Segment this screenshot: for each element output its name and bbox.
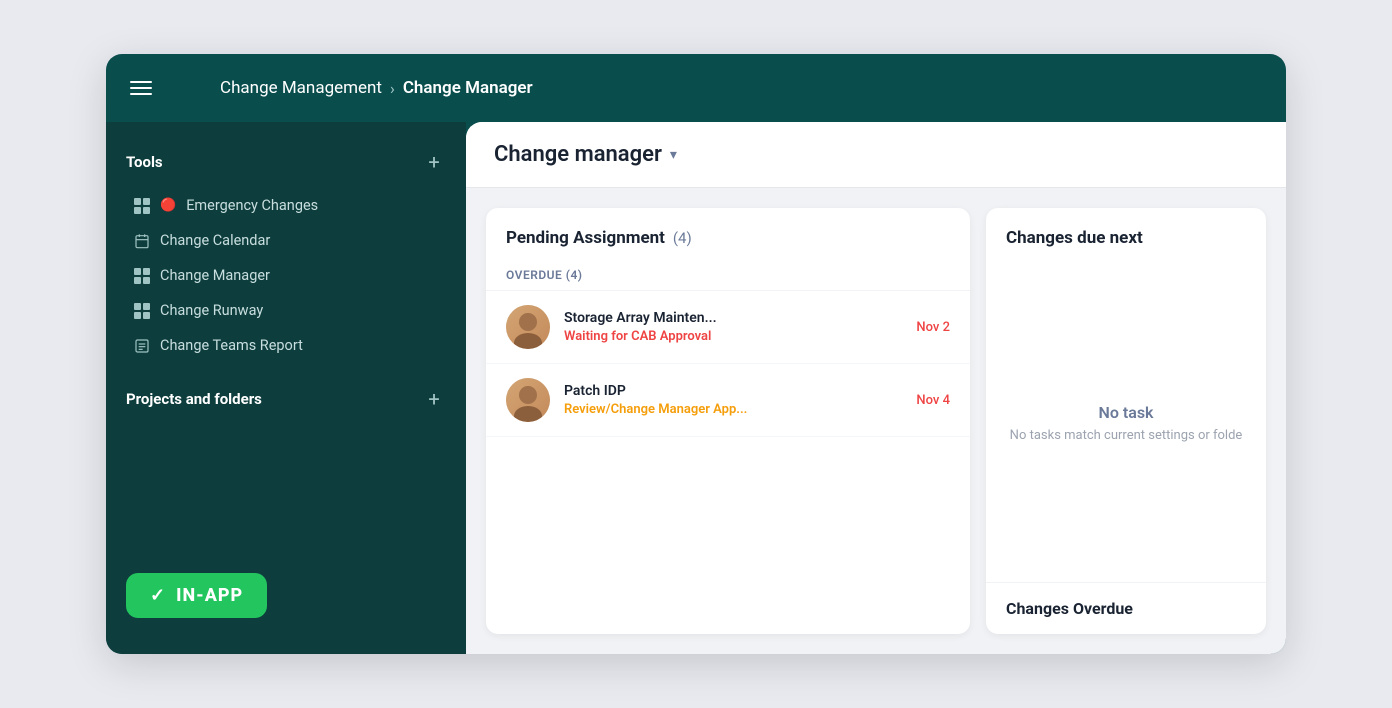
breadcrumb-current: Change Manager bbox=[403, 78, 533, 98]
breadcrumb-parent[interactable]: Change Management bbox=[220, 78, 382, 98]
card-title-row: Pending Assignment (4) bbox=[506, 228, 950, 248]
sidebar-item-label: Change Teams Report bbox=[160, 337, 303, 354]
in-app-label: IN-APP bbox=[176, 585, 243, 606]
in-app-badge: ✓ IN-APP bbox=[126, 573, 267, 618]
changes-overdue-title: Changes Overdue bbox=[1006, 599, 1246, 618]
sidebar: Tools + 🔴 Emergency Changes bbox=[106, 122, 466, 654]
card-count: (4) bbox=[673, 229, 692, 247]
grid-icon bbox=[134, 268, 150, 284]
no-tasks-desc: No tasks match current settings or folde bbox=[1010, 428, 1243, 443]
task-name: Patch IDP bbox=[564, 383, 902, 399]
emergency-emoji: 🔴 bbox=[160, 198, 176, 213]
avatar bbox=[506, 305, 550, 349]
task-info: Patch IDP Review/Change Manager App... bbox=[564, 383, 902, 417]
table-row[interactable]: Patch IDP Review/Change Manager App... N… bbox=[486, 364, 970, 437]
tools-section-header: Tools + bbox=[126, 150, 446, 174]
hamburger-icon[interactable] bbox=[130, 81, 152, 95]
overdue-label: OVERDUE (4) bbox=[486, 260, 970, 291]
sidebar-item-change-teams-report[interactable]: Change Teams Report bbox=[126, 328, 446, 363]
sidebar-item-change-manager[interactable]: Change Manager bbox=[126, 258, 446, 293]
grid-icon bbox=[134, 198, 150, 214]
avatar bbox=[506, 378, 550, 422]
grid-icon bbox=[134, 303, 150, 319]
card-title: Pending Assignment bbox=[506, 228, 665, 248]
card-right-title: Changes due next bbox=[986, 208, 1266, 264]
task-date: Nov 2 bbox=[916, 320, 950, 335]
calendar-icon bbox=[134, 233, 150, 249]
sidebar-item-label: Change Manager bbox=[160, 267, 270, 284]
main-content: Change manager ▾ Pending Assignment (4) … bbox=[466, 122, 1286, 654]
check-icon: ✓ bbox=[150, 585, 166, 606]
pending-assignment-card: Pending Assignment (4) OVERDUE (4) Stora… bbox=[486, 208, 970, 634]
no-tasks-title: No task bbox=[1099, 403, 1154, 422]
task-date: Nov 4 bbox=[916, 393, 950, 408]
changes-due-card: Changes due next No task No tasks match … bbox=[986, 208, 1266, 634]
card-right-bottom: Changes Overdue bbox=[986, 582, 1266, 634]
projects-section-header: Projects and folders + bbox=[126, 387, 446, 411]
projects-section: Projects and folders + bbox=[126, 387, 446, 411]
card-header: Pending Assignment (4) bbox=[486, 208, 970, 260]
header: Change Management › Change Manager bbox=[106, 54, 1286, 122]
report-icon bbox=[134, 338, 150, 354]
projects-add-button[interactable]: + bbox=[422, 387, 446, 411]
sidebar-item-emergency-changes[interactable]: 🔴 Emergency Changes bbox=[126, 188, 446, 223]
page-title: Change manager bbox=[494, 142, 662, 167]
dropdown-arrow-icon[interactable]: ▾ bbox=[670, 147, 677, 163]
table-row[interactable]: Storage Array Mainten... Waiting for CAB… bbox=[486, 291, 970, 364]
task-status: Waiting for CAB Approval bbox=[564, 329, 902, 344]
projects-label: Projects and folders bbox=[126, 390, 262, 408]
no-tasks-section: No task No tasks match current settings … bbox=[986, 264, 1266, 582]
task-name: Storage Array Mainten... bbox=[564, 310, 902, 326]
tools-add-button[interactable]: + bbox=[422, 150, 446, 174]
main-header: Change manager ▾ bbox=[466, 122, 1286, 188]
task-info: Storage Array Mainten... Waiting for CAB… bbox=[564, 310, 902, 344]
sidebar-item-label: Emergency Changes bbox=[186, 197, 318, 214]
breadcrumb: Change Management › Change Manager bbox=[220, 78, 533, 98]
sidebar-item-change-runway[interactable]: Change Runway bbox=[126, 293, 446, 328]
breadcrumb-separator: › bbox=[390, 79, 395, 98]
sidebar-item-label: Change Calendar bbox=[160, 232, 270, 249]
main-cards: Pending Assignment (4) OVERDUE (4) Stora… bbox=[466, 188, 1286, 654]
sidebar-item-label: Change Runway bbox=[160, 302, 263, 319]
tools-label: Tools bbox=[126, 153, 163, 171]
task-status: Review/Change Manager App... bbox=[564, 402, 902, 417]
sidebar-item-change-calendar[interactable]: Change Calendar bbox=[126, 223, 446, 258]
app-window: Change Management › Change Manager Tools… bbox=[106, 54, 1286, 654]
body: Tools + 🔴 Emergency Changes bbox=[106, 122, 1286, 654]
